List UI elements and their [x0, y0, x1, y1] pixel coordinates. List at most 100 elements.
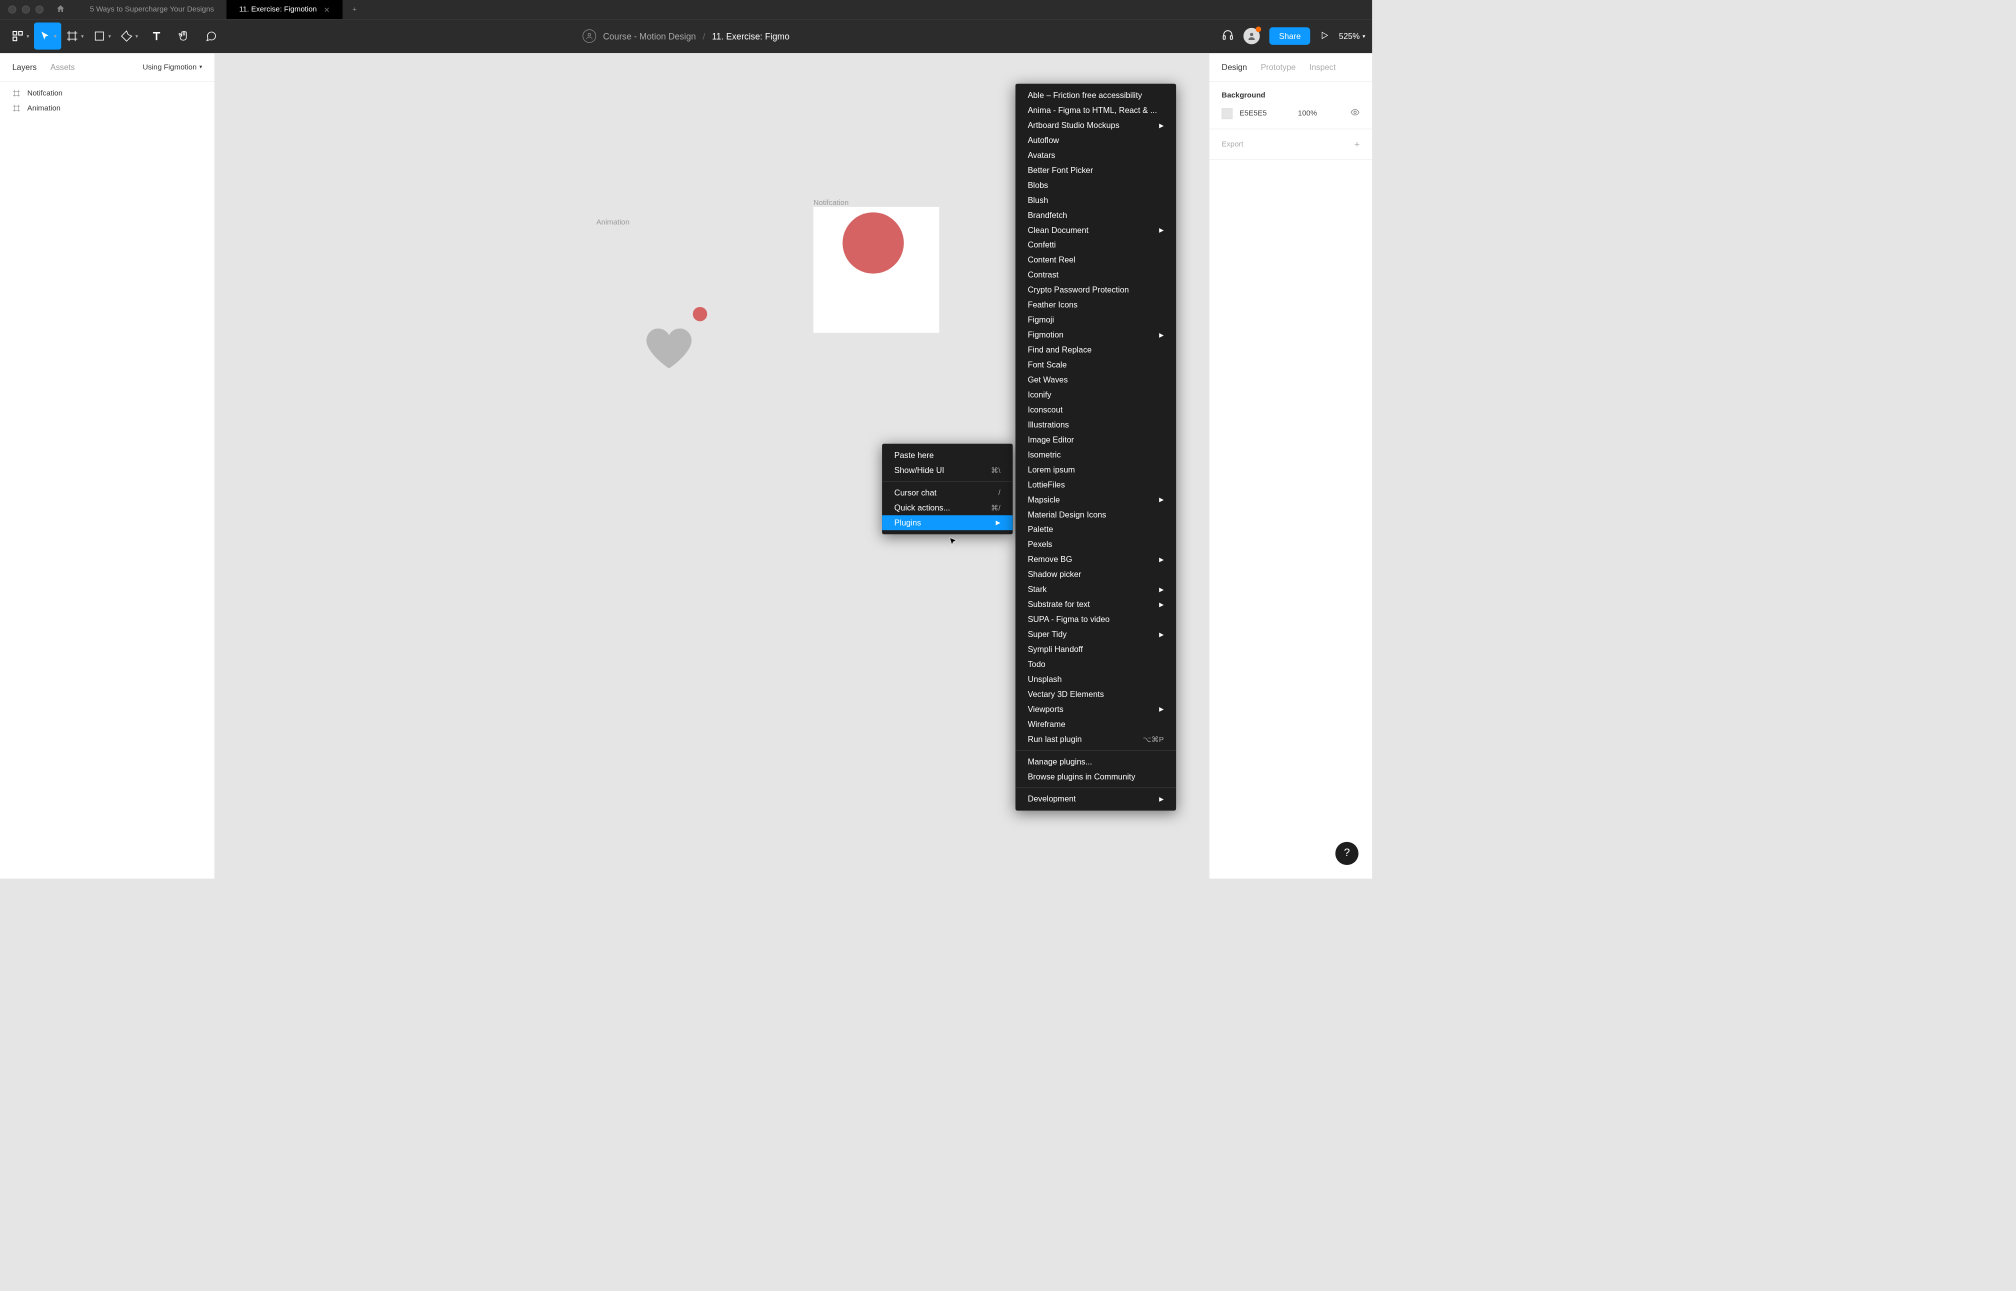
plugin-item[interactable]: Figmoji — [1015, 312, 1176, 327]
text-tool[interactable] — [143, 22, 170, 49]
canvas[interactable]: Animation Notifcation Paste here Show/Hi… — [215, 53, 1209, 879]
plugin-item[interactable]: Lorem ipsum — [1015, 462, 1176, 477]
home-icon[interactable] — [56, 4, 66, 16]
page-selector[interactable]: Using Figmotion ▾ — [143, 63, 203, 71]
hex-value[interactable]: E5E5E5 — [1239, 109, 1280, 117]
plugin-item[interactable]: Brandfetch — [1015, 208, 1176, 223]
eye-icon[interactable] — [1350, 108, 1360, 120]
breadcrumb-file[interactable]: 11. Exercise: Figmo — [712, 31, 790, 41]
plugin-run-last[interactable]: Run last plugin⌥⌘P — [1015, 732, 1176, 747]
plugin-item[interactable]: Illustrations — [1015, 417, 1176, 432]
plugin-item[interactable]: Stark▶ — [1015, 582, 1176, 597]
plugin-item[interactable]: Mapsicle▶ — [1015, 492, 1176, 507]
frame-tool[interactable]: ▾ — [61, 22, 88, 49]
opacity-value[interactable]: 100% — [1298, 109, 1317, 117]
close-icon[interactable]: ✕ — [324, 5, 330, 14]
plugin-item[interactable]: Contrast — [1015, 267, 1176, 282]
plugin-item[interactable]: Unsplash — [1015, 672, 1176, 687]
plugin-item[interactable]: Palette — [1015, 522, 1176, 537]
comment-tool[interactable] — [197, 22, 224, 49]
plugin-item[interactable]: Image Editor — [1015, 432, 1176, 447]
plugin-item[interactable]: Wireframe — [1015, 717, 1176, 732]
file-tab-active[interactable]: 11. Exercise: Figmotion ✕ — [227, 0, 343, 19]
plugin-item[interactable]: Crypto Password Protection — [1015, 282, 1176, 297]
user-icon[interactable] — [583, 29, 597, 43]
plugin-item[interactable]: Confetti — [1015, 238, 1176, 253]
notification-frame[interactable] — [813, 207, 939, 333]
plugin-item[interactable]: Viewports▶ — [1015, 702, 1176, 717]
color-row[interactable]: E5E5E5 100% — [1222, 108, 1360, 120]
plugin-item[interactable]: Substrate for text▶ — [1015, 597, 1176, 612]
tab-design[interactable]: Design — [1222, 62, 1247, 72]
plugin-item[interactable]: Avatars — [1015, 148, 1176, 163]
plugin-item[interactable]: Iconscout — [1015, 402, 1176, 417]
main-menu-button[interactable]: ▾ — [7, 22, 34, 49]
avatar[interactable] — [1244, 28, 1260, 44]
tab-layers[interactable]: Layers — [12, 62, 37, 72]
plugin-item[interactable]: Feather Icons — [1015, 297, 1176, 312]
plugin-item[interactable]: Vectary 3D Elements — [1015, 687, 1176, 702]
plugin-item[interactable]: SUPA - Figma to video — [1015, 612, 1176, 627]
shape-tool[interactable]: ▾ — [88, 22, 115, 49]
layer-item[interactable]: Animation — [0, 101, 214, 116]
plugin-label: Isometric — [1028, 450, 1061, 460]
plugin-item[interactable]: Todo — [1015, 657, 1176, 672]
plugin-item[interactable]: Super Tidy▶ — [1015, 627, 1176, 642]
plugin-item[interactable]: Content Reel — [1015, 253, 1176, 268]
plugin-item[interactable]: Remove BG▶ — [1015, 552, 1176, 567]
plugin-item[interactable]: Anima - Figma to HTML, React & ... — [1015, 103, 1176, 118]
add-export-icon[interactable]: + — [1354, 139, 1360, 150]
tab-inspect[interactable]: Inspect — [1309, 62, 1335, 72]
plugin-item[interactable]: Better Font Picker — [1015, 163, 1176, 178]
close-window[interactable] — [8, 5, 16, 13]
tab-assets[interactable]: Assets — [50, 62, 75, 72]
plugin-item[interactable]: Material Design Icons — [1015, 507, 1176, 522]
plugin-development[interactable]: Development▶ — [1015, 792, 1176, 807]
plugin-item[interactable]: Find and Replace — [1015, 342, 1176, 357]
layer-name: Notifcation — [27, 89, 62, 97]
plugin-item[interactable]: Pexels — [1015, 537, 1176, 552]
circle-shape[interactable] — [843, 212, 904, 273]
ctx-plugins[interactable]: Plugins▶ — [882, 515, 1013, 530]
file-tab[interactable]: 5 Ways to Supercharge Your Designs — [78, 0, 227, 19]
breadcrumb-project[interactable]: Course - Motion Design — [603, 31, 696, 41]
plugin-item[interactable]: Able – Friction free accessibility — [1015, 88, 1176, 103]
plugin-item[interactable]: Clean Document▶ — [1015, 223, 1176, 238]
plugin-item[interactable]: Blush — [1015, 193, 1176, 208]
minimize-window[interactable] — [22, 5, 30, 13]
help-button[interactable]: ? — [1335, 842, 1358, 865]
ctx-paste-here[interactable]: Paste here — [882, 448, 1013, 463]
plugin-item[interactable]: Font Scale — [1015, 357, 1176, 372]
new-tab-button[interactable]: + — [343, 0, 366, 19]
plugin-item[interactable]: Get Waves — [1015, 372, 1176, 387]
audio-icon[interactable] — [1222, 28, 1234, 44]
plugin-item[interactable]: Iconify — [1015, 387, 1176, 402]
frame-label[interactable]: Notifcation — [813, 199, 848, 207]
ctx-cursor-chat[interactable]: Cursor chat/ — [882, 485, 1013, 500]
plugin-manage[interactable]: Manage plugins... — [1015, 754, 1176, 769]
ctx-show-hide-ui[interactable]: Show/Hide UI⌘\ — [882, 463, 1013, 478]
plugin-item[interactable]: Isometric — [1015, 447, 1176, 462]
color-swatch[interactable] — [1222, 108, 1233, 119]
plugin-item[interactable]: LottieFiles — [1015, 477, 1176, 492]
frame-label[interactable]: Animation — [596, 218, 629, 226]
zoom-control[interactable]: 525% ▾ — [1339, 31, 1365, 41]
pen-tool[interactable]: ▾ — [116, 22, 143, 49]
present-icon[interactable] — [1320, 30, 1330, 42]
plugin-item[interactable]: Blobs — [1015, 178, 1176, 193]
notification-dot[interactable] — [693, 307, 707, 321]
plugin-item[interactable]: Sympli Handoff — [1015, 642, 1176, 657]
layer-item[interactable]: Notifcation — [0, 86, 214, 101]
ctx-quick-actions[interactable]: Quick actions...⌘/ — [882, 500, 1013, 515]
share-button[interactable]: Share — [1269, 27, 1310, 45]
plugin-item[interactable]: Figmotion▶ — [1015, 327, 1176, 342]
hand-tool[interactable] — [170, 22, 197, 49]
plugin-item[interactable]: Autoflow — [1015, 133, 1176, 148]
move-tool[interactable]: ▾ — [34, 22, 61, 49]
heart-shape[interactable] — [640, 322, 697, 378]
plugin-item[interactable]: Artboard Studio Mockups▶ — [1015, 118, 1176, 133]
plugin-browse[interactable]: Browse plugins in Community — [1015, 769, 1176, 784]
maximize-window[interactable] — [35, 5, 43, 13]
plugin-item[interactable]: Shadow picker — [1015, 567, 1176, 582]
tab-prototype[interactable]: Prototype — [1261, 62, 1296, 72]
